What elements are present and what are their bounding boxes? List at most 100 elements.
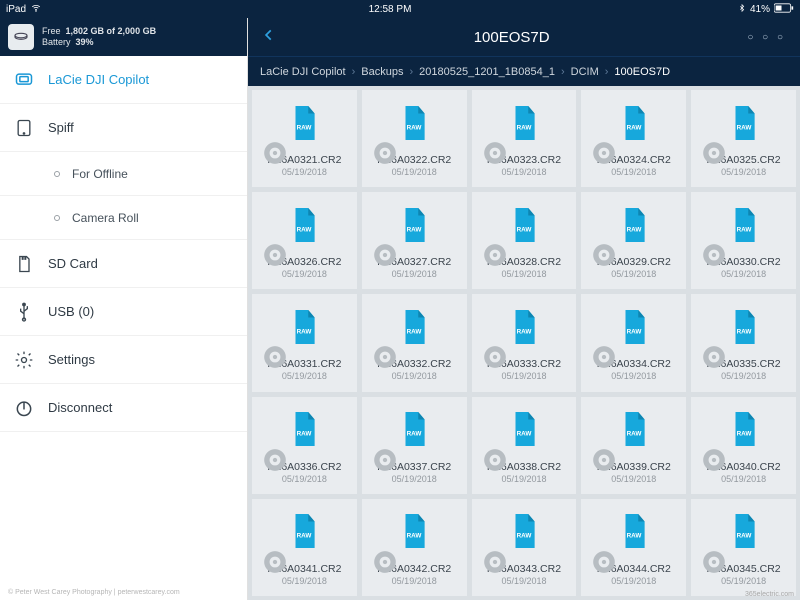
gear-badge-icon <box>262 545 274 557</box>
file-date: 05/19/2018 <box>611 576 656 586</box>
gear-badge-icon <box>482 136 494 148</box>
file-tile[interactable]: RAW FR6A0340.CR2 05/19/2018 <box>691 397 796 494</box>
file-thumb: RAW <box>476 304 573 352</box>
file-tile[interactable]: RAW FR6A0322.CR2 05/19/2018 <box>362 90 467 187</box>
gear-badge-icon <box>262 443 274 455</box>
file-thumb: RAW <box>366 509 463 557</box>
file-date: 05/19/2018 <box>392 371 437 381</box>
file-tile[interactable]: RAW FR6A0327.CR2 05/19/2018 <box>362 192 467 289</box>
file-date: 05/19/2018 <box>611 167 656 177</box>
file-tile[interactable]: RAW FR6A0336.CR2 05/19/2018 <box>252 397 357 494</box>
breadcrumb-item[interactable]: Backups <box>361 66 403 78</box>
file-tile[interactable]: RAW FR6A0329.CR2 05/19/2018 <box>581 192 686 289</box>
sidebar-item-settings[interactable]: Settings <box>0 336 247 384</box>
sidebar-item-label: LaCie DJI Copilot <box>48 72 149 87</box>
file-grid[interactable]: RAW FR6A0321.CR2 05/19/2018 RAW FR6A0322… <box>248 86 800 600</box>
sidebar-item-usb[interactable]: USB (0) <box>0 288 247 336</box>
usb-icon <box>14 302 34 322</box>
raw-file-icon: RAW <box>621 514 647 551</box>
file-tile[interactable]: RAW FR6A0333.CR2 05/19/2018 <box>472 294 577 391</box>
file-tile[interactable]: RAW FR6A0324.CR2 05/19/2018 <box>581 90 686 187</box>
file-tile[interactable]: RAW FR6A0339.CR2 05/19/2018 <box>581 397 686 494</box>
ios-statusbar: iPad 12:58 PM 41% <box>0 0 800 18</box>
file-thumb: RAW <box>585 407 682 455</box>
svg-text:RAW: RAW <box>297 226 312 233</box>
gear-badge-icon <box>482 340 494 352</box>
gear-badge-icon <box>372 545 384 557</box>
file-tile[interactable]: RAW FR6A0332.CR2 05/19/2018 <box>362 294 467 391</box>
sidebar-subitem-label: For Offline <box>72 167 128 181</box>
breadcrumb-item[interactable]: LaCie DJI Copilot <box>260 66 346 78</box>
bullet-icon <box>54 215 60 221</box>
svg-text:RAW: RAW <box>297 124 312 131</box>
sidebar-subitem-cameraroll[interactable]: Camera Roll <box>0 196 247 240</box>
raw-file-icon: RAW <box>731 412 757 449</box>
file-tile[interactable]: RAW FR6A0330.CR2 05/19/2018 <box>691 192 796 289</box>
raw-file-icon: RAW <box>511 514 537 551</box>
svg-text:RAW: RAW <box>297 328 312 335</box>
gear-badge-icon <box>591 136 603 148</box>
gear-badge-icon <box>701 340 713 352</box>
raw-file-icon: RAW <box>401 208 427 245</box>
svg-text:RAW: RAW <box>626 533 641 540</box>
wifi-icon <box>30 3 42 16</box>
raw-file-icon: RAW <box>731 208 757 245</box>
raw-file-icon: RAW <box>731 514 757 551</box>
file-thumb: RAW <box>695 407 792 455</box>
svg-text:RAW: RAW <box>297 430 312 437</box>
gear-badge-icon <box>701 136 713 148</box>
sidebar-item-sdcard[interactable]: SD Card <box>0 240 247 288</box>
file-thumb: RAW <box>366 202 463 250</box>
file-thumb: RAW <box>695 304 792 352</box>
breadcrumb-item[interactable]: 20180525_1201_1B0854_1 <box>419 66 555 78</box>
file-tile[interactable]: RAW FR6A0341.CR2 05/19/2018 <box>252 499 357 596</box>
file-tile[interactable]: RAW FR6A0334.CR2 05/19/2018 <box>581 294 686 391</box>
file-tile[interactable]: RAW FR6A0343.CR2 05/19/2018 <box>472 499 577 596</box>
raw-file-icon: RAW <box>291 514 317 551</box>
file-date: 05/19/2018 <box>392 269 437 279</box>
file-date: 05/19/2018 <box>501 576 546 586</box>
file-thumb: RAW <box>695 100 792 148</box>
file-date: 05/19/2018 <box>392 474 437 484</box>
gear-badge-icon <box>701 238 713 250</box>
svg-text:RAW: RAW <box>517 226 532 233</box>
file-tile[interactable]: RAW FR6A0321.CR2 05/19/2018 <box>252 90 357 187</box>
file-tile[interactable]: RAW FR6A0331.CR2 05/19/2018 <box>252 294 357 391</box>
file-thumb: RAW <box>366 100 463 148</box>
svg-text:RAW: RAW <box>626 430 641 437</box>
file-tile[interactable]: RAW FR6A0328.CR2 05/19/2018 <box>472 192 577 289</box>
sidebar-item-copilot[interactable]: LaCie DJI Copilot <box>0 56 247 104</box>
file-date: 05/19/2018 <box>392 576 437 586</box>
file-tile[interactable]: RAW FR6A0344.CR2 05/19/2018 <box>581 499 686 596</box>
file-tile[interactable]: RAW FR6A0337.CR2 05/19/2018 <box>362 397 467 494</box>
file-tile[interactable]: RAW FR6A0335.CR2 05/19/2018 <box>691 294 796 391</box>
file-thumb: RAW <box>695 509 792 557</box>
file-tile[interactable]: RAW FR6A0338.CR2 05/19/2018 <box>472 397 577 494</box>
device-header: Free 1,802 GB of 2,000 GB Battery 39% <box>0 18 247 56</box>
gear-badge-icon <box>372 136 384 148</box>
file-tile[interactable]: RAW FR6A0325.CR2 05/19/2018 <box>691 90 796 187</box>
file-tile[interactable]: RAW FR6A0326.CR2 05/19/2018 <box>252 192 357 289</box>
file-thumb: RAW <box>476 202 573 250</box>
file-tile[interactable]: RAW FR6A0323.CR2 05/19/2018 <box>472 90 577 187</box>
more-button[interactable]: ○ ○ ○ <box>747 32 786 43</box>
sidebar-item-spiff[interactable]: Spiff <box>0 104 247 152</box>
gear-badge-icon <box>591 545 603 557</box>
file-tile[interactable]: RAW FR6A0342.CR2 05/19/2018 <box>362 499 467 596</box>
raw-file-icon: RAW <box>291 412 317 449</box>
file-date: 05/19/2018 <box>501 167 546 177</box>
file-tile[interactable]: RAW FR6A0345.CR2 05/19/2018 <box>691 499 796 596</box>
raw-file-icon: RAW <box>511 310 537 347</box>
sidebar-item-disconnect[interactable]: Disconnect <box>0 384 247 432</box>
raw-file-icon: RAW <box>291 310 317 347</box>
gear-badge-icon <box>262 136 274 148</box>
sidebar-subitem-offline[interactable]: For Offline <box>0 152 247 196</box>
back-button[interactable] <box>262 25 276 50</box>
breadcrumb-item[interactable]: DCIM <box>571 66 599 78</box>
svg-text:RAW: RAW <box>407 226 422 233</box>
file-date: 05/19/2018 <box>282 167 327 177</box>
breadcrumb: LaCie DJI Copilot›Backups›20180525_1201_… <box>248 56 800 86</box>
file-date: 05/19/2018 <box>501 371 546 381</box>
file-date: 05/19/2018 <box>611 474 656 484</box>
sidebar-subitem-label: Camera Roll <box>72 211 139 225</box>
